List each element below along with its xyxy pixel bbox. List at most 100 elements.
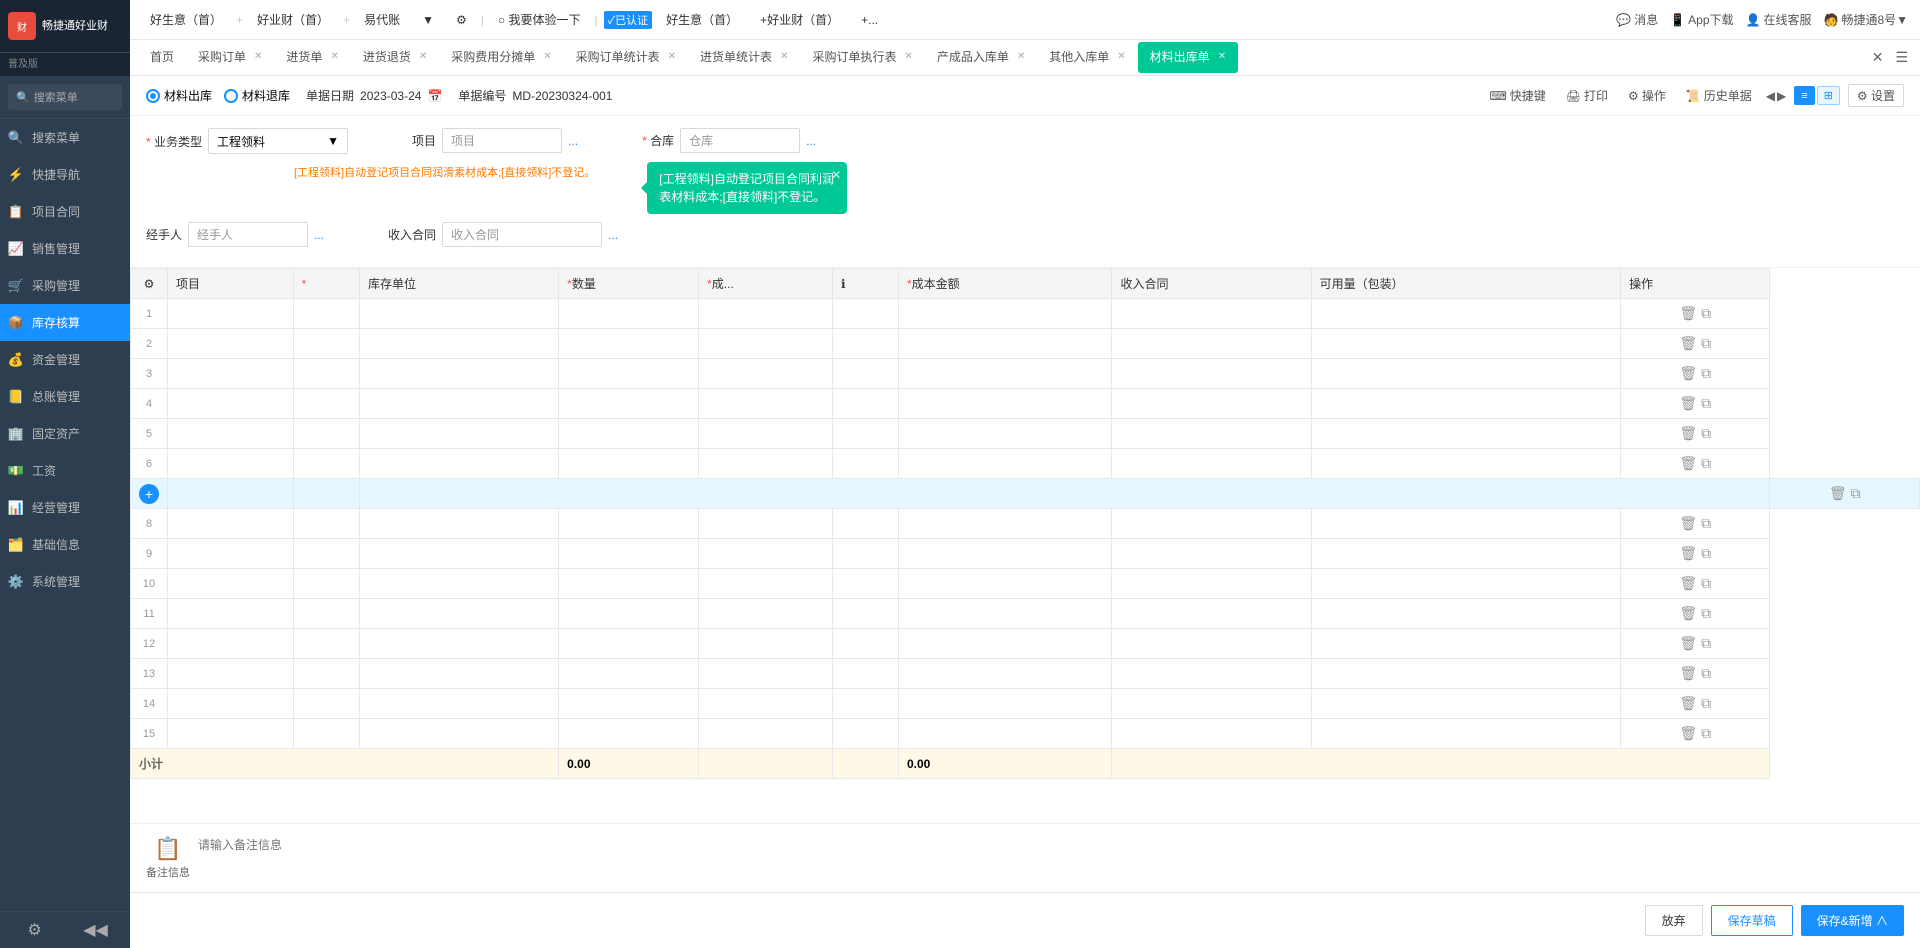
row-quantity-15[interactable] xyxy=(559,719,699,749)
row-copy-3[interactable]: ⧉ xyxy=(1701,365,1711,382)
row-cost-5[interactable] xyxy=(699,419,833,449)
row-copy-9[interactable]: ⧉ xyxy=(1701,545,1711,562)
handler-link-icon[interactable]: ... xyxy=(314,228,324,242)
sidebar-settings-button[interactable]: ⚙ xyxy=(8,920,61,940)
row-material-9[interactable] xyxy=(293,539,359,569)
view-grid[interactable]: ⊞ xyxy=(1817,86,1840,105)
row-cost-15[interactable] xyxy=(699,719,833,749)
row-income-contract-4[interactable] xyxy=(1112,389,1311,419)
save-draft-button[interactable]: 保存草稿 xyxy=(1711,905,1793,936)
row-cost-amount-11[interactable] xyxy=(899,599,1112,629)
tab-1[interactable]: 采购订单✕ xyxy=(186,42,274,73)
topbar-experience[interactable]: ○ 我要体验一下 xyxy=(490,7,589,32)
sidebar-item-system[interactable]: ⚙️系统管理 xyxy=(0,563,130,600)
view-list[interactable]: ≡ xyxy=(1794,86,1814,105)
sidebar-item-search[interactable]: 🔍搜索菜单 xyxy=(0,119,130,156)
row-quantity-11[interactable] xyxy=(559,599,699,629)
topbar-hyc2[interactable]: +好业财（首） xyxy=(752,7,847,32)
tab-close-5[interactable]: ✕ xyxy=(668,51,676,62)
row-delete-11[interactable]: 🗑 xyxy=(1679,605,1697,622)
row-project-14[interactable] xyxy=(168,689,294,719)
topbar-more[interactable]: +... xyxy=(853,9,886,31)
tab-5[interactable]: 采购订单统计表✕ xyxy=(564,42,688,73)
row-copy-12[interactable]: ⧉ xyxy=(1701,635,1711,652)
sidebar-item-sales[interactable]: 📈销售管理 xyxy=(0,230,130,267)
tab-3[interactable]: 进货退货✕ xyxy=(351,42,439,73)
row-project-13[interactable] xyxy=(168,659,294,689)
sidebar-search-button[interactable]: 🔍 搜索菜单 xyxy=(8,84,122,110)
sidebar-item-ledger[interactable]: 📒总账管理 xyxy=(0,378,130,415)
row-project-1[interactable] xyxy=(168,299,294,329)
shortcut-button[interactable]: ⌨ 快捷键 xyxy=(1483,84,1551,107)
tab-close-all[interactable]: ✕ xyxy=(1868,47,1888,68)
topbar-yidaizhang[interactable]: 易代账 xyxy=(356,7,408,32)
topbar-service[interactable]: 👤 在线客服 xyxy=(1746,11,1812,28)
row-income-contract-12[interactable] xyxy=(1112,629,1311,659)
row-cost-amount-4[interactable] xyxy=(899,389,1112,419)
row-copy-10[interactable]: ⧉ xyxy=(1701,575,1711,592)
tooltip-close-button[interactable]: ✕ xyxy=(831,166,841,184)
tab-6[interactable]: 进货单统计表✕ xyxy=(688,42,800,73)
sidebar-item-purchase[interactable]: 🛒采购管理 xyxy=(0,267,130,304)
row-material-1[interactable] xyxy=(293,299,359,329)
row-quantity-4[interactable] xyxy=(559,389,699,419)
tab-9[interactable]: 其他入库单✕ xyxy=(1037,42,1137,73)
row-delete-6[interactable]: 🗑 xyxy=(1679,455,1697,472)
tab-close-2[interactable]: ✕ xyxy=(330,51,338,62)
nav-next[interactable]: ▶ xyxy=(1777,89,1786,103)
row-material-6[interactable] xyxy=(293,449,359,479)
print-button[interactable]: 🖨 打印 xyxy=(1560,84,1614,107)
topbar-message[interactable]: 💬 消息 xyxy=(1616,11,1658,28)
row-cost-14[interactable] xyxy=(699,689,833,719)
radio-material-return[interactable]: 材料退库 xyxy=(224,87,290,104)
calendar-icon[interactable]: 📅 xyxy=(427,89,442,103)
row-project-2[interactable] xyxy=(168,329,294,359)
row-income-contract-1[interactable] xyxy=(1112,299,1311,329)
row-cost-amount-8[interactable] xyxy=(899,509,1112,539)
row-quantity-12[interactable] xyxy=(559,629,699,659)
row-project-11[interactable] xyxy=(168,599,294,629)
sidebar-item-assets[interactable]: 🏢固定资产 xyxy=(0,415,130,452)
warehouse-link-icon[interactable]: ... xyxy=(806,134,816,148)
row-material-8[interactable] xyxy=(293,509,359,539)
topbar-haoyecai[interactable]: 好业财（首） xyxy=(249,7,337,32)
row-quantity-14[interactable] xyxy=(559,689,699,719)
history-button[interactable]: 📜 历史单据 xyxy=(1680,84,1758,107)
row-material-14[interactable] xyxy=(293,689,359,719)
row-copy-2[interactable]: ⧉ xyxy=(1701,335,1711,352)
row-delete-13[interactable]: 🗑 xyxy=(1679,665,1697,682)
row-delete-1[interactable]: 🗑 xyxy=(1679,305,1697,322)
nav-prev[interactable]: ◀ xyxy=(1766,89,1775,103)
row-delete-12[interactable]: 🗑 xyxy=(1679,635,1697,652)
row-material-11[interactable] xyxy=(293,599,359,629)
row-cost-1[interactable] xyxy=(699,299,833,329)
row-cost-12[interactable] xyxy=(699,629,833,659)
row-project-5[interactable] xyxy=(168,419,294,449)
tab-4[interactable]: 采购费用分摊单✕ xyxy=(439,42,563,73)
row-cost-2[interactable] xyxy=(699,329,833,359)
topbar-haoshengyi[interactable]: 好生意（首） xyxy=(142,7,230,32)
topbar-dropdown[interactable]: ▼ xyxy=(414,9,442,31)
row-cost-amount-9[interactable] xyxy=(899,539,1112,569)
col-settings-header[interactable]: ⚙ xyxy=(131,269,168,299)
row-copy-14[interactable]: ⧉ xyxy=(1701,695,1711,712)
row-copy-6[interactable]: ⧉ xyxy=(1701,455,1711,472)
row-income-contract-13[interactable] xyxy=(1112,659,1311,689)
row-quantity-13[interactable] xyxy=(559,659,699,689)
row-cost-amount-14[interactable] xyxy=(899,689,1112,719)
row-cost-amount-12[interactable] xyxy=(899,629,1112,659)
tab-10[interactable]: 材料出库单✕ xyxy=(1138,42,1238,73)
row-cost-amount-3[interactable] xyxy=(899,359,1112,389)
income-contract-link-icon[interactable]: ... xyxy=(608,228,618,242)
tab-7[interactable]: 采购订单执行表✕ xyxy=(800,42,924,73)
row-cost-3[interactable] xyxy=(699,359,833,389)
row-quantity-8[interactable] xyxy=(559,509,699,539)
row-material-10[interactable] xyxy=(293,569,359,599)
tab-8[interactable]: 产成品入库单✕ xyxy=(925,42,1037,73)
project-link-icon[interactable]: ... xyxy=(568,134,578,148)
row-delete-9[interactable]: 🗑 xyxy=(1679,545,1697,562)
row-cost-6[interactable] xyxy=(699,449,833,479)
row-copy-13[interactable]: ⧉ xyxy=(1701,665,1711,682)
business-type-select[interactable]: 工程领料 ▼ xyxy=(208,128,348,154)
row-project-6[interactable] xyxy=(168,449,294,479)
